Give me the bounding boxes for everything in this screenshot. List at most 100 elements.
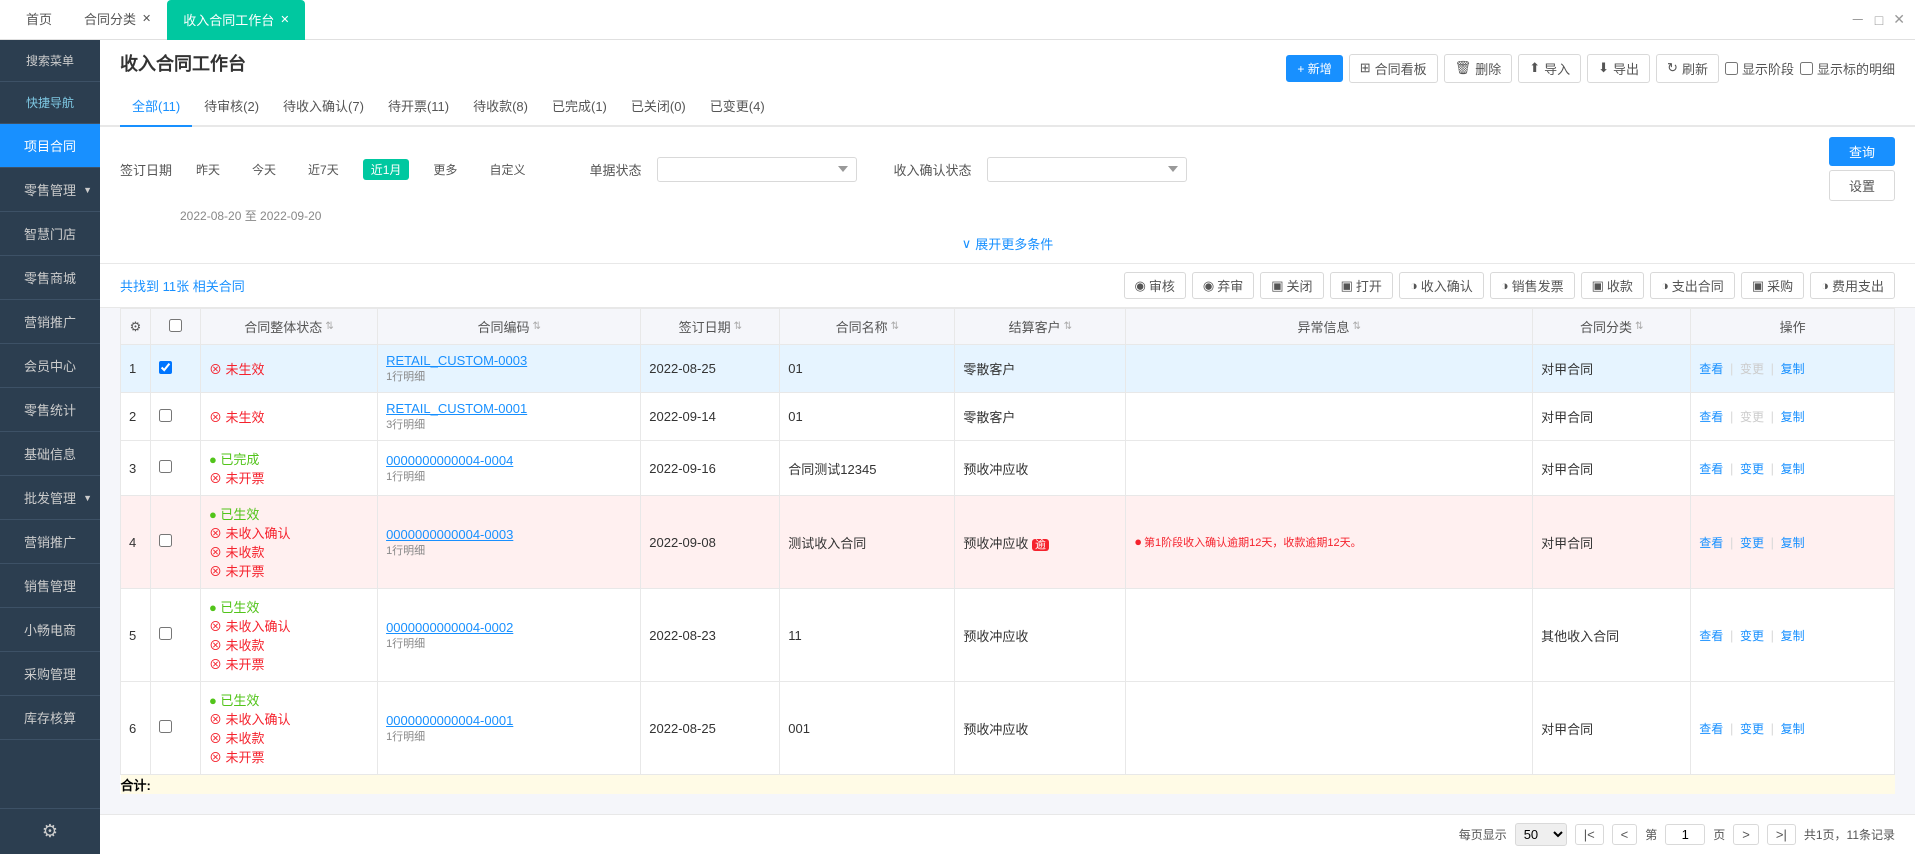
op-change[interactable]: 变更 [1740, 536, 1764, 550]
btn-abandon-audit[interactable]: ◉ 弃审 [1192, 272, 1254, 299]
sidebar-item-retail-stats[interactable]: 零售统计 [0, 388, 100, 432]
sidebar-item-ecommerce[interactable]: 小畅电商 [0, 608, 100, 652]
sort-exception[interactable]: 异常信息 ⇅ [1297, 317, 1360, 336]
op-change[interactable]: 变更 [1740, 722, 1764, 736]
btn-close[interactable]: ▣ 关闭 [1260, 272, 1323, 299]
new-btn[interactable]: + 新增 [1286, 55, 1342, 82]
query-btn[interactable]: 查询 [1829, 137, 1895, 166]
contract-code-link[interactable]: RETAIL_CUSTOM-0001 [386, 401, 527, 416]
sidebar-item-marketing2[interactable]: 营销推广 [0, 520, 100, 564]
op-view[interactable]: 查看 [1699, 722, 1723, 736]
next-page-btn[interactable]: > [1733, 824, 1759, 845]
contract-code-link[interactable]: 0000000000004-0003 [386, 527, 513, 542]
tab-closed[interactable]: 已关闭(0) [619, 86, 698, 125]
cell-checkbox[interactable] [151, 345, 201, 393]
sidebar-item-purchase-mgmt[interactable]: 采购管理 [0, 652, 100, 696]
page-input[interactable] [1665, 824, 1705, 845]
sidebar-item-retail-mgmt[interactable]: 零售管理 [0, 168, 100, 212]
tab-income-contract[interactable]: 收入合同工作台 ✕ [167, 0, 305, 40]
minimize-btn[interactable]: － [1851, 10, 1865, 30]
th-settings[interactable]: ⚙ [121, 309, 151, 345]
close-btn[interactable]: ✕ [1893, 11, 1905, 28]
btn-open[interactable]: ▣ 打开 [1330, 272, 1393, 299]
btn-income-confirm[interactable]: ◑ 收入确认 [1399, 272, 1484, 299]
op-copy[interactable]: 复制 [1781, 536, 1805, 550]
op-copy[interactable]: 复制 [1781, 462, 1805, 476]
tab-pending-review[interactable]: 待审核(2) [192, 86, 271, 125]
close-tab-income[interactable]: ✕ [280, 13, 289, 26]
sort-contract-name[interactable]: 合同名称 ⇅ [836, 317, 899, 336]
kanban-btn[interactable]: ⊞ 合同看板 [1349, 54, 1438, 83]
op-copy[interactable]: 复制 [1781, 362, 1805, 376]
op-change[interactable]: 变更 [1740, 462, 1764, 476]
op-change[interactable]: 变更 [1740, 362, 1764, 376]
date-btn-more[interactable]: 更多 [425, 159, 465, 180]
contract-code-link[interactable]: 0000000000004-0001 [386, 713, 513, 728]
op-view[interactable]: 查看 [1699, 629, 1723, 643]
date-btn-7days[interactable]: 近7天 [300, 159, 347, 180]
sort-category[interactable]: 合同分类 ⇅ [1580, 317, 1643, 336]
cell-checkbox[interactable] [151, 682, 201, 775]
tab-home[interactable]: 首页 [10, 0, 68, 40]
sort-overall-status[interactable]: 合同整体状态 ⇅ [244, 317, 333, 336]
op-view[interactable]: 查看 [1699, 536, 1723, 550]
show-detail-checkbox[interactable]: 显示标的明细 [1800, 59, 1895, 78]
op-change[interactable]: 变更 [1740, 629, 1764, 643]
cell-checkbox[interactable] [151, 441, 201, 496]
btn-audit[interactable]: ◉ 审核 [1124, 272, 1186, 299]
cell-checkbox[interactable] [151, 393, 201, 441]
date-btn-today[interactable]: 今天 [244, 159, 284, 180]
contract-code-link[interactable]: RETAIL_CUSTOM-0003 [386, 353, 527, 368]
sidebar-item-marketing1[interactable]: 营销推广 [0, 300, 100, 344]
sidebar-item-sales-mgmt[interactable]: 销售管理 [0, 564, 100, 608]
refresh-btn[interactable]: ↻ 刷新 [1656, 54, 1719, 83]
th-checkbox[interactable] [151, 309, 201, 345]
contract-code-link[interactable]: 0000000000004-0004 [386, 453, 513, 468]
select-all-checkbox[interactable] [169, 319, 182, 332]
btn-purchase[interactable]: ▣ 采购 [1741, 272, 1804, 299]
op-copy[interactable]: 复制 [1781, 629, 1805, 643]
tab-all[interactable]: 全部(11) [120, 86, 192, 127]
maximize-btn[interactable]: □ [1875, 12, 1883, 28]
op-copy[interactable]: 复制 [1781, 722, 1805, 736]
date-btn-custom[interactable]: 自定义 [481, 159, 533, 180]
confirm-status-select[interactable] [987, 157, 1187, 182]
export-btn[interactable]: ⬇ 导出 [1587, 54, 1650, 83]
sidebar-search[interactable]: 搜索菜单 [0, 40, 100, 82]
date-btn-1month[interactable]: 近1月 [363, 159, 410, 180]
sort-contract-code[interactable]: 合同编码 ⇅ [477, 317, 540, 336]
tab-pending-invoice[interactable]: 待开票(11) [376, 86, 461, 125]
expand-btn[interactable]: ∨ 展开更多条件 [962, 234, 1054, 253]
tab-pending-payment[interactable]: 待收款(8) [461, 86, 540, 125]
import-btn[interactable]: ⬆ 导入 [1518, 54, 1581, 83]
sort-customer[interactable]: 结算客户 ⇅ [1009, 317, 1072, 336]
op-view[interactable]: 查看 [1699, 462, 1723, 476]
cell-checkbox[interactable] [151, 496, 201, 589]
sidebar-item-project-contract[interactable]: 项目合同 [0, 124, 100, 168]
sort-sign-date[interactable]: 签订日期 ⇅ [679, 317, 742, 336]
close-tab-category[interactable]: ✕ [142, 12, 151, 25]
tab-changed[interactable]: 已变更(4) [698, 86, 777, 125]
sidebar-item-member-center[interactable]: 会员中心 [0, 344, 100, 388]
doc-status-select[interactable] [657, 157, 857, 182]
btn-expense-payment[interactable]: ◑ 费用支出 [1810, 272, 1895, 299]
sidebar-item-inventory[interactable]: 库存核算 [0, 696, 100, 740]
op-copy[interactable]: 复制 [1781, 410, 1805, 424]
btn-expense-contract[interactable]: ◑ 支出合同 [1650, 272, 1735, 299]
page-size-select[interactable]: 50 10 20 100 [1515, 823, 1567, 846]
prev-page-btn[interactable]: < [1612, 824, 1638, 845]
settings-icon[interactable]: ⚙ [0, 809, 100, 854]
contract-code-link[interactable]: 0000000000004-0002 [386, 620, 513, 635]
sidebar-nav[interactable]: 快捷导航 [0, 82, 100, 124]
sidebar-item-basic-info[interactable]: 基础信息 [0, 432, 100, 476]
op-change[interactable]: 变更 [1740, 410, 1764, 424]
op-view[interactable]: 查看 [1699, 362, 1723, 376]
sidebar-item-retail-mall[interactable]: 零售商城 [0, 256, 100, 300]
btn-payment[interactable]: ▣ 收款 [1581, 272, 1644, 299]
last-page-btn[interactable]: >| [1767, 824, 1796, 845]
date-btn-yesterday[interactable]: 昨天 [188, 159, 228, 180]
btn-sales-invoice[interactable]: ◑ 销售发票 [1490, 272, 1575, 299]
sidebar-item-smart-store[interactable]: 智慧门店 [0, 212, 100, 256]
delete-btn[interactable]: 🗑 删除 [1444, 54, 1513, 83]
tab-contract-category[interactable]: 合同分类 ✕ [68, 0, 167, 40]
